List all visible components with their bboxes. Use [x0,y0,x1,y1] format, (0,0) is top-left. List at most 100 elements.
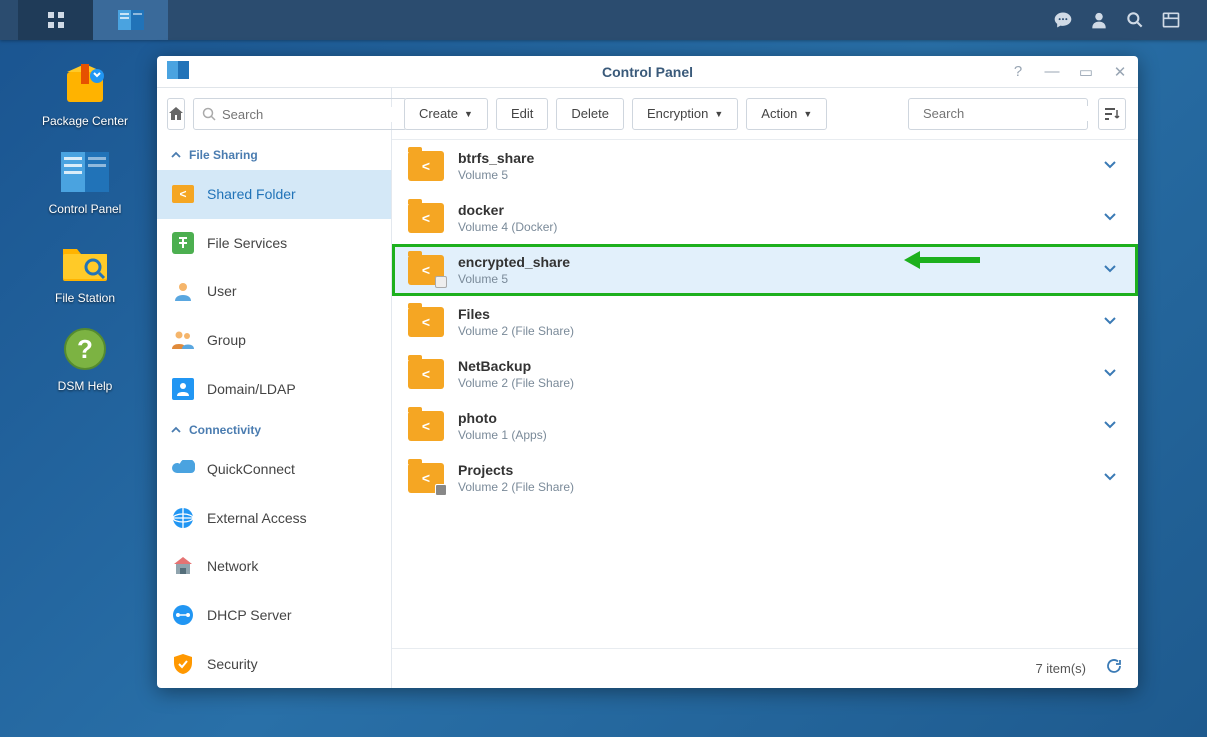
desktop-icon-label: DSM Help [58,379,113,393]
main-search[interactable] [908,98,1088,130]
package-icon [61,60,109,108]
apps-grid-icon [47,11,65,29]
search-icon[interactable] [1117,0,1153,40]
titlebar[interactable]: Control Panel ? — ▭ ✕ [157,56,1138,88]
sidebar-item-domain-ldap[interactable]: Domain/LDAP [157,364,391,413]
chat-icon[interactable] [1045,0,1081,40]
chevron-down-icon[interactable] [1102,364,1118,385]
folder-name: Projects [458,462,1102,478]
domain-icon [171,377,195,401]
sidebar-item-network[interactable]: Network [157,542,391,591]
sidebar-search-input[interactable] [222,107,398,122]
user-icon [171,279,195,303]
main-search-input[interactable] [923,106,1099,121]
sidebar-item-dhcp-server[interactable]: DHCP Server [157,591,391,640]
create-button[interactable]: Create▼ [404,98,488,130]
shared-folder-icon: < [408,411,444,441]
chevron-down-icon[interactable] [1102,416,1118,437]
desktop-icon-package-center[interactable]: Package Center [40,60,130,128]
desktop-icon-control-panel[interactable]: Control Panel [40,148,130,216]
folder-desc: Volume 5 [458,272,1102,286]
file-station-icon [61,237,109,285]
shared-folder-icon: < [408,255,444,285]
chevron-down-icon[interactable] [1102,468,1118,489]
folder-name: encrypted_share [458,254,1102,270]
folder-meta: FilesVolume 2 (File Share) [458,306,1102,338]
delete-button[interactable]: Delete [556,98,624,130]
sidebar-item-label: QuickConnect [207,461,295,477]
dhcp-icon [171,603,195,627]
refresh-button[interactable] [1106,658,1122,679]
action-button[interactable]: Action▼ [746,98,827,130]
sidebar-item-quickconnect[interactable]: QuickConnect [157,445,391,494]
shared-folder-icon: < [408,307,444,337]
folder-row[interactable]: <NetBackupVolume 2 (File Share) [392,348,1138,400]
sidebar-search[interactable] [193,98,407,130]
sidebar-item-label: DHCP Server [207,607,292,623]
chevron-up-icon [171,150,181,160]
folder-row[interactable]: <ProjectsVolume 2 (File Share) [392,452,1138,504]
chevron-down-icon[interactable] [1102,208,1118,229]
control-panel-window: Control Panel ? — ▭ ✕ File Sharing [157,56,1138,688]
sidebar: File Sharing < Shared Folder File Servic… [157,88,392,688]
folder-row[interactable]: < encrypted_share Volume 5 [392,244,1138,296]
user-icon[interactable] [1081,0,1117,40]
taskbar-app-control-panel[interactable] [93,0,168,40]
folder-list: < btrfs_shareVolume 5 <dockerVolume 4 (Doc… [392,140,1138,648]
external-access-icon [171,506,195,530]
folder-row[interactable]: < FilesVolume 2 (File Share) [392,296,1138,348]
folder-row[interactable]: <dockerVolume 4 (Docker) [392,192,1138,244]
folder-name: Files [458,306,1102,322]
home-button[interactable] [167,98,185,130]
item-count: 7 item(s) [1035,661,1086,676]
sidebar-item-label: File Services [207,235,287,251]
sidebar-item-security[interactable]: Security [157,639,391,688]
sidebar-item-shared-folder[interactable]: < Shared Folder [157,170,391,219]
shared-folder-icon: < [408,151,444,181]
folder-meta: btrfs_shareVolume 5 [458,150,1102,182]
sidebar-item-file-services[interactable]: File Services [157,219,391,268]
folder-row[interactable]: < photoVolume 1 (Apps) [392,400,1138,452]
main-panel: Create▼ Edit Delete Encryption▼ Action▼ [392,88,1138,688]
sidebar-section-file-sharing[interactable]: File Sharing [157,138,391,170]
sidebar-section-connectivity[interactable]: Connectivity [157,413,391,445]
maximize-icon[interactable]: ▭ [1078,63,1094,81]
help-icon: ? [61,325,109,373]
chevron-down-icon[interactable] [1102,260,1118,281]
window-body: File Sharing < Shared Folder File Servic… [157,88,1138,688]
svg-text:<: < [179,187,186,201]
network-icon [171,554,195,578]
desktop-icon-dsm-help[interactable]: ? DSM Help [40,325,130,393]
shared-folder-icon: < [171,182,195,206]
edit-button[interactable]: Edit [496,98,548,130]
toolbar-right [908,98,1126,130]
encryption-button[interactable]: Encryption▼ [632,98,738,130]
folder-row[interactable]: < btrfs_shareVolume 5 [392,140,1138,192]
sidebar-item-group[interactable]: Group [157,316,391,365]
quickconnect-icon [171,457,195,481]
minimize-icon[interactable]: — [1044,63,1060,81]
chevron-down-icon[interactable] [1102,312,1118,333]
sidebar-item-external-access[interactable]: External Access [157,494,391,543]
desktop-icon-file-station[interactable]: File Station [40,237,130,305]
taskbar [0,0,1207,40]
security-icon [171,652,195,676]
widgets-icon[interactable] [1153,0,1189,40]
window-controls: ? — ▭ ✕ [1010,63,1128,81]
help-toggle-icon[interactable]: ? [1010,63,1026,81]
sidebar-item-user[interactable]: User [157,267,391,316]
chevron-down-icon[interactable] [1102,156,1118,177]
sidebar-item-label: Network [207,558,258,574]
control-panel-icon [61,148,109,196]
apps-button[interactable] [18,0,93,40]
window-title: Control Panel [602,64,693,80]
folder-meta: encrypted_share Volume 5 [458,254,1102,286]
sort-button[interactable] [1098,98,1126,130]
close-icon[interactable]: ✕ [1112,63,1128,81]
chevron-down-icon: ▼ [803,109,812,119]
window-app-icon [167,61,189,83]
desktop-icon-label: File Station [55,291,115,305]
desktop-icons: Package Center Control Panel File Statio… [40,60,130,394]
group-icon [171,328,195,352]
folder-meta: photoVolume 1 (Apps) [458,410,1102,442]
